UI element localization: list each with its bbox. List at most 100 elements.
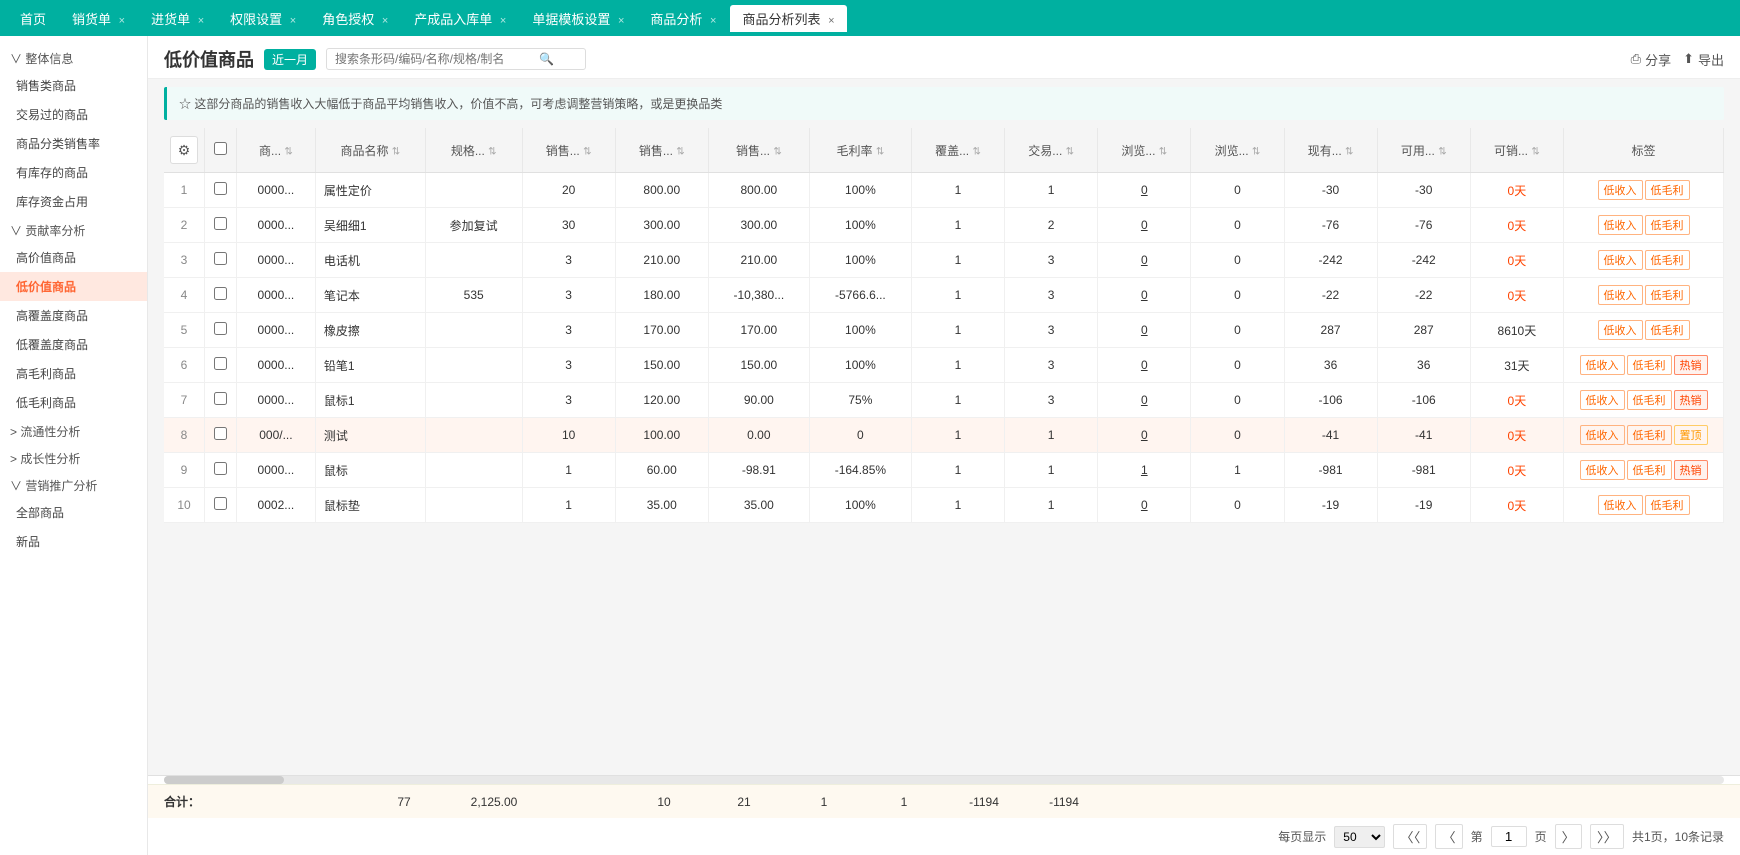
col-sales-val[interactable]: 销售... ⇅ <box>708 128 809 173</box>
sidebar-item-inventory-funds[interactable]: 库存资金占用 <box>0 187 147 216</box>
nav-item-analysis[interactable]: 商品分析 × <box>638 5 728 32</box>
sidebar-item-new-goods[interactable]: 新品 <box>0 527 147 556</box>
col-code[interactable]: 商... ⇅ <box>237 128 316 173</box>
close-icon[interactable]: × <box>710 15 716 27</box>
nav-item-template[interactable]: 单据模板设置 × <box>520 5 636 32</box>
col-spec[interactable]: 规格... ⇅ <box>425 128 522 173</box>
row-checkbox[interactable] <box>205 313 237 348</box>
row-select-checkbox[interactable] <box>214 462 227 475</box>
sidebar-item-sales-goods[interactable]: 销售类商品 <box>0 71 147 100</box>
sidebar-item-low-coverage[interactable]: 低覆盖度商品 <box>0 330 147 359</box>
first-page-button[interactable]: 〈〈 <box>1393 824 1427 849</box>
row-browse1[interactable]: 0 <box>1098 208 1191 243</box>
row-checkbox[interactable] <box>205 243 237 278</box>
row-select-checkbox[interactable] <box>214 427 227 440</box>
nav-item-roles[interactable]: 角色授权 × <box>310 5 400 32</box>
export-button[interactable]: ⬆ 导出 <box>1683 50 1724 69</box>
col-saleable[interactable]: 可销... ⇅ <box>1470 128 1563 173</box>
page-number-input[interactable] <box>1491 826 1527 847</box>
row-checkbox[interactable] <box>205 418 237 453</box>
browse1-link[interactable]: 0 <box>1141 428 1148 442</box>
sidebar-section-marketing[interactable]: ∨ 营销推广分析 <box>0 471 147 498</box>
browse1-link[interactable]: 1 <box>1141 463 1148 477</box>
row-select-checkbox[interactable] <box>214 357 227 370</box>
sidebar-section-overall[interactable]: ∨ 整体信息 <box>0 44 147 71</box>
sidebar-item-traded-goods[interactable]: 交易过的商品 <box>0 100 147 129</box>
share-button[interactable]: ⎙ 分享 <box>1631 50 1671 69</box>
search-input[interactable] <box>335 52 535 66</box>
close-icon[interactable]: × <box>290 15 296 27</box>
browse1-link[interactable]: 0 <box>1141 183 1148 197</box>
sidebar-item-high-margin[interactable]: 高毛利商品 <box>0 359 147 388</box>
col-browse1[interactable]: 浏览... ⇅ <box>1098 128 1191 173</box>
col-browse2[interactable]: 浏览... ⇅ <box>1191 128 1284 173</box>
browse1-link[interactable]: 0 <box>1141 218 1148 232</box>
row-select-checkbox[interactable] <box>214 252 227 265</box>
row-checkbox[interactable] <box>205 453 237 488</box>
select-all-checkbox[interactable] <box>214 142 227 155</box>
scrollbar-thumb[interactable] <box>164 776 284 784</box>
row-browse1[interactable]: 0 <box>1098 488 1191 523</box>
nav-item-sales[interactable]: 销货单 × <box>60 5 137 32</box>
sidebar-item-category-sales[interactable]: 商品分类销售率 <box>0 129 147 158</box>
col-margin[interactable]: 毛利率 ⇅ <box>809 128 911 173</box>
col-sales-qty[interactable]: 销售... ⇅ <box>522 128 615 173</box>
sidebar-item-all-goods[interactable]: 全部商品 <box>0 498 147 527</box>
close-icon[interactable]: × <box>198 15 204 27</box>
last-page-button[interactable]: 〉〉 <box>1590 824 1624 849</box>
row-checkbox[interactable] <box>205 348 237 383</box>
sidebar-item-high-coverage[interactable]: 高覆盖度商品 <box>0 301 147 330</box>
close-icon[interactable]: × <box>828 15 834 27</box>
row-checkbox[interactable] <box>205 383 237 418</box>
page-size-select[interactable]: 50 100 <box>1334 826 1385 848</box>
row-select-checkbox[interactable] <box>214 217 227 230</box>
date-badge[interactable]: 近一月 <box>264 49 316 70</box>
browse1-link[interactable]: 0 <box>1141 323 1148 337</box>
col-sales-amt[interactable]: 销售... ⇅ <box>615 128 708 173</box>
row-checkbox[interactable] <box>205 488 237 523</box>
row-browse1[interactable]: 0 <box>1098 418 1191 453</box>
col-trade[interactable]: 交易... ⇅ <box>1005 128 1098 173</box>
row-browse1[interactable]: 0 <box>1098 278 1191 313</box>
nav-item-purchase[interactable]: 进货单 × <box>139 5 216 32</box>
col-gear[interactable]: ⚙ <box>164 128 205 173</box>
gear-button[interactable]: ⚙ <box>170 136 198 164</box>
row-select-checkbox[interactable] <box>214 182 227 195</box>
close-icon[interactable]: × <box>119 15 125 27</box>
row-browse1[interactable]: 1 <box>1098 453 1191 488</box>
browse1-link[interactable]: 0 <box>1141 393 1148 407</box>
close-icon[interactable]: × <box>500 15 506 27</box>
scrollbar-track[interactable] <box>164 776 1724 784</box>
sidebar-item-low-value[interactable]: 低价值商品 <box>0 272 147 301</box>
col-current[interactable]: 现有... ⇅ <box>1284 128 1377 173</box>
nav-item-products-in[interactable]: 产成品入库单 × <box>402 5 518 32</box>
next-page-button[interactable]: 〉 <box>1555 824 1582 849</box>
col-name[interactable]: 商品名称 ⇅ <box>315 128 425 173</box>
browse1-link[interactable]: 0 <box>1141 288 1148 302</box>
close-icon[interactable]: × <box>382 15 388 27</box>
row-checkbox[interactable] <box>205 278 237 313</box>
prev-page-button[interactable]: 〈 <box>1435 824 1462 849</box>
sidebar-section-contribution[interactable]: ∨ 贡献率分析 <box>0 216 147 243</box>
sidebar-item-low-margin[interactable]: 低毛利商品 <box>0 388 147 417</box>
col-available[interactable]: 可用... ⇅ <box>1377 128 1470 173</box>
row-select-checkbox[interactable] <box>214 497 227 510</box>
row-browse1[interactable]: 0 <box>1098 383 1191 418</box>
row-browse1[interactable]: 0 <box>1098 348 1191 383</box>
row-browse1[interactable]: 0 <box>1098 243 1191 278</box>
row-select-checkbox[interactable] <box>214 322 227 335</box>
nav-item-permissions[interactable]: 权限设置 × <box>218 5 308 32</box>
sidebar-section-growth[interactable]: > 成长性分析 <box>0 444 147 471</box>
row-browse1[interactable]: 0 <box>1098 313 1191 348</box>
row-checkbox[interactable] <box>205 173 237 208</box>
row-checkbox[interactable] <box>205 208 237 243</box>
nav-item-analysis-list[interactable]: 商品分析列表 × <box>730 5 846 32</box>
search-icon[interactable]: 🔍 <box>539 52 554 66</box>
row-select-checkbox[interactable] <box>214 287 227 300</box>
sidebar-section-liquidity[interactable]: > 流通性分析 <box>0 417 147 444</box>
close-icon[interactable]: × <box>618 15 624 27</box>
browse1-link[interactable]: 0 <box>1141 358 1148 372</box>
row-browse1[interactable]: 0 <box>1098 173 1191 208</box>
nav-item-home[interactable]: 首页 <box>8 5 58 32</box>
sidebar-item-inventory-goods[interactable]: 有库存的商品 <box>0 158 147 187</box>
